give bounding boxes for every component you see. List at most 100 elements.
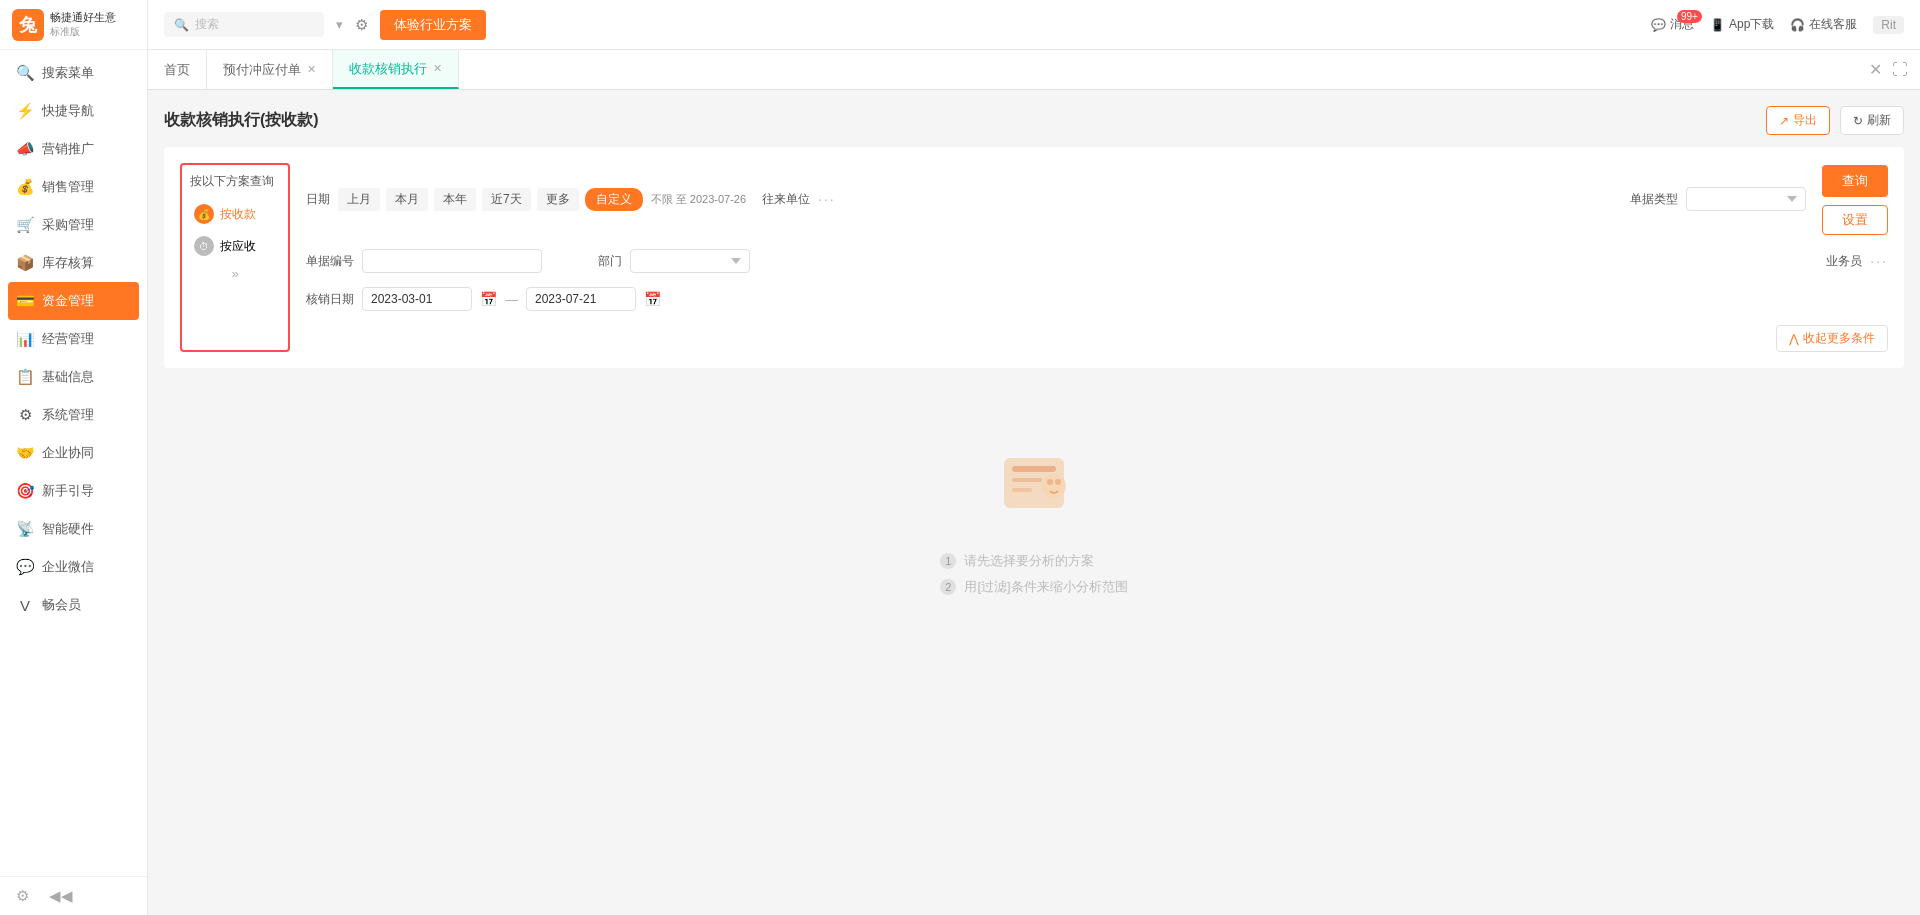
topbar: 🔍 搜索 ▾ ⚙ 体验行业方案 💬 消息 99+ 📱 App下载 🎧 在线客服 … — [148, 0, 1920, 50]
calendar-end-icon[interactable]: 📅 — [644, 291, 661, 307]
username-display[interactable]: Rit — [1873, 16, 1904, 34]
settings-bottom-icon[interactable]: ⚙ — [16, 887, 29, 905]
dropdown-icon[interactable]: ▾ — [336, 17, 343, 32]
sidebar-item-1[interactable]: ⚡快捷导航 — [0, 92, 147, 130]
sidebar-item-12[interactable]: 📡智能硬件 — [0, 510, 147, 548]
sidebar-label-5: 库存核算 — [42, 254, 94, 272]
sidebar-label-7: 经营管理 — [42, 330, 94, 348]
sidebar-label-4: 采购管理 — [42, 216, 94, 234]
verify-date-start-input[interactable] — [362, 287, 472, 311]
app-logo-icon: 兔 — [12, 9, 44, 41]
content-area: 收款核销执行(按收款) ↗ 导出 ↻ 刷新 按以下方案查询 💰 按收款 — [148, 90, 1920, 915]
verify-date-end-input[interactable] — [526, 287, 636, 311]
collapse-more-conditions-button[interactable]: ⋀ 收起更多条件 — [1776, 325, 1888, 352]
empty-state-illustration — [984, 428, 1084, 528]
dept-filter-field: 部门 — [598, 249, 750, 273]
sidebar-icon-13: 💬 — [16, 558, 34, 576]
page-header: 收款核销执行(按收款) ↗ 导出 ↻ 刷新 — [164, 106, 1904, 135]
sidebar-icon-14: V — [16, 597, 34, 614]
empty-tip-2: 2 用[过滤]条件来缩小分析范围 — [940, 574, 1127, 600]
sidebar-item-3[interactable]: 💰销售管理 — [0, 168, 147, 206]
sidebar-item-6[interactable]: 💳资金管理 — [8, 282, 139, 320]
sidebar-icon-8: 📋 — [16, 368, 34, 386]
svg-rect-2 — [1012, 478, 1042, 482]
sidebar-label-13: 企业微信 — [42, 558, 94, 576]
sidebar-item-2[interactable]: 📣营销推广 — [0, 130, 147, 168]
tip-text-1: 请先选择要分析的方案 — [964, 548, 1094, 574]
doc-type-select[interactable] — [1686, 187, 1806, 211]
dept-select[interactable] — [630, 249, 750, 273]
tab-home[interactable]: 首页 — [148, 50, 207, 89]
sidebar-item-11[interactable]: 🎯新手引导 — [0, 472, 147, 510]
headset-icon: 🎧 — [1790, 18, 1805, 32]
sidebar-label-12: 智能硬件 — [42, 520, 94, 538]
gear-icon[interactable]: ⚙ — [355, 16, 368, 34]
message-icon: 💬 — [1651, 18, 1666, 32]
tab-prepaid[interactable]: 预付冲应付单 ✕ — [207, 50, 333, 89]
tab-collection[interactable]: 收款核销执行 ✕ — [333, 50, 459, 89]
app-download-button[interactable]: 📱 App下载 — [1710, 16, 1774, 33]
tab-collection-close[interactable]: ✕ — [433, 62, 442, 75]
sidebar-item-14[interactable]: V 畅会员 — [0, 586, 147, 624]
close-tab-icon[interactable]: ✕ — [1869, 60, 1882, 79]
sidebar-icon-1: ⚡ — [16, 102, 34, 120]
query-button[interactable]: 查询 — [1822, 165, 1888, 197]
sidebar-item-4[interactable]: 🛒 采购管理 — [0, 206, 147, 244]
calendar-start-icon[interactable]: 📅 — [480, 291, 497, 307]
sidebar-icon-10: 🤝 — [16, 444, 34, 462]
sidebar-item-7[interactable]: 📊经营管理 — [0, 320, 147, 358]
search-icon: 🔍 — [174, 18, 189, 32]
filter-main: 日期 上月 本月 本年 近7天 更多 自定义 不限 至 2023-07-26 往… — [306, 163, 1888, 352]
date-filter-field: 日期 上月 本月 本年 近7天 更多 自定义 不限 至 2023-07-26 — [306, 188, 746, 211]
date-btn-7days[interactable]: 近7天 — [482, 188, 531, 211]
refresh-button[interactable]: ↻ 刷新 — [1840, 106, 1904, 135]
export-button[interactable]: ↗ 导出 — [1766, 106, 1830, 135]
sidebar-icon-3: 💰 — [16, 178, 34, 196]
tab-collection-label: 收款核销执行 — [349, 60, 427, 78]
date-btn-last-month[interactable]: 上月 — [338, 188, 380, 211]
maximize-tab-icon[interactable]: ⛶ — [1892, 61, 1908, 79]
sidebar-item-0[interactable]: 🔍搜索菜单 — [0, 54, 147, 92]
date-btn-this-year[interactable]: 本年 — [434, 188, 476, 211]
settings-button[interactable]: 设置 — [1822, 205, 1888, 235]
filter-option-by-receipt[interactable]: 💰 按收款 — [190, 198, 280, 230]
sidebar-label-14: 畅会员 — [42, 596, 81, 614]
sidebar-item-5[interactable]: 📦 库存核算 — [0, 244, 147, 282]
online-service-button[interactable]: 🎧 在线客服 — [1790, 16, 1857, 33]
tip-num-1: 1 — [940, 553, 956, 569]
tab-prepaid-close[interactable]: ✕ — [307, 63, 316, 76]
solution-button[interactable]: 体验行业方案 — [380, 10, 486, 40]
svg-point-6 — [1047, 479, 1053, 485]
date-label: 日期 — [306, 191, 330, 208]
date-btn-custom[interactable]: 自定义 — [585, 188, 643, 211]
sidebar-icon-9: ⚙ — [16, 406, 34, 424]
doc-no-input[interactable] — [362, 249, 542, 273]
collapse-sidebar-icon[interactable]: ◀◀ — [49, 887, 73, 905]
message-button[interactable]: 💬 消息 99+ — [1651, 16, 1694, 33]
sidebar-item-10[interactable]: 🤝企业协同 — [0, 434, 147, 472]
tab-home-label: 首页 — [164, 61, 190, 79]
filter-row-2: 单据编号 部门 业务员 ··· — [306, 249, 1888, 273]
topbar-search[interactable]: 🔍 搜索 — [164, 12, 324, 37]
sidebar-icon-4: 🛒 — [16, 216, 34, 234]
sidebar-icon-0: 🔍 — [16, 64, 34, 82]
date-quick-buttons: 上月 本月 本年 近7天 更多 自定义 — [338, 188, 643, 211]
empty-tip-1: 1 请先选择要分析的方案 — [940, 548, 1127, 574]
doc-type-label: 单据类型 — [1630, 191, 1678, 208]
dept-label: 部门 — [598, 253, 622, 270]
filter-option-receipt-label: 按收款 — [220, 206, 256, 223]
tabbar: 首页 预付冲应付单 ✕ 收款核销执行 ✕ ✕ ⛶ — [148, 50, 1920, 90]
sidebar-item-9[interactable]: ⚙系统管理 — [0, 396, 147, 434]
date-range-display: 不限 至 2023-07-26 — [651, 192, 746, 207]
sidebar-item-8[interactable]: 📋基础信息 — [0, 358, 147, 396]
sidebar-icon-11: 🎯 — [16, 482, 34, 500]
collapse-filter-sidebar-icon[interactable]: » — [190, 266, 280, 281]
date-btn-more[interactable]: 更多 — [537, 188, 579, 211]
svg-point-5 — [1055, 479, 1061, 485]
sidebar-nav: 🔍搜索菜单⚡快捷导航📣营销推广💰销售管理 🛒 采购管理 📦 库存核算 💳资金管理📊经营管理… — [0, 50, 147, 876]
filter-option-by-receivable[interactable]: ⏱ 按应收 — [190, 230, 280, 262]
sidebar-item-13[interactable]: 💬 企业微信 — [0, 548, 147, 586]
message-badge: 99+ — [1677, 10, 1702, 23]
sidebar-icon-5: 📦 — [16, 254, 34, 272]
date-btn-this-month[interactable]: 本月 — [386, 188, 428, 211]
